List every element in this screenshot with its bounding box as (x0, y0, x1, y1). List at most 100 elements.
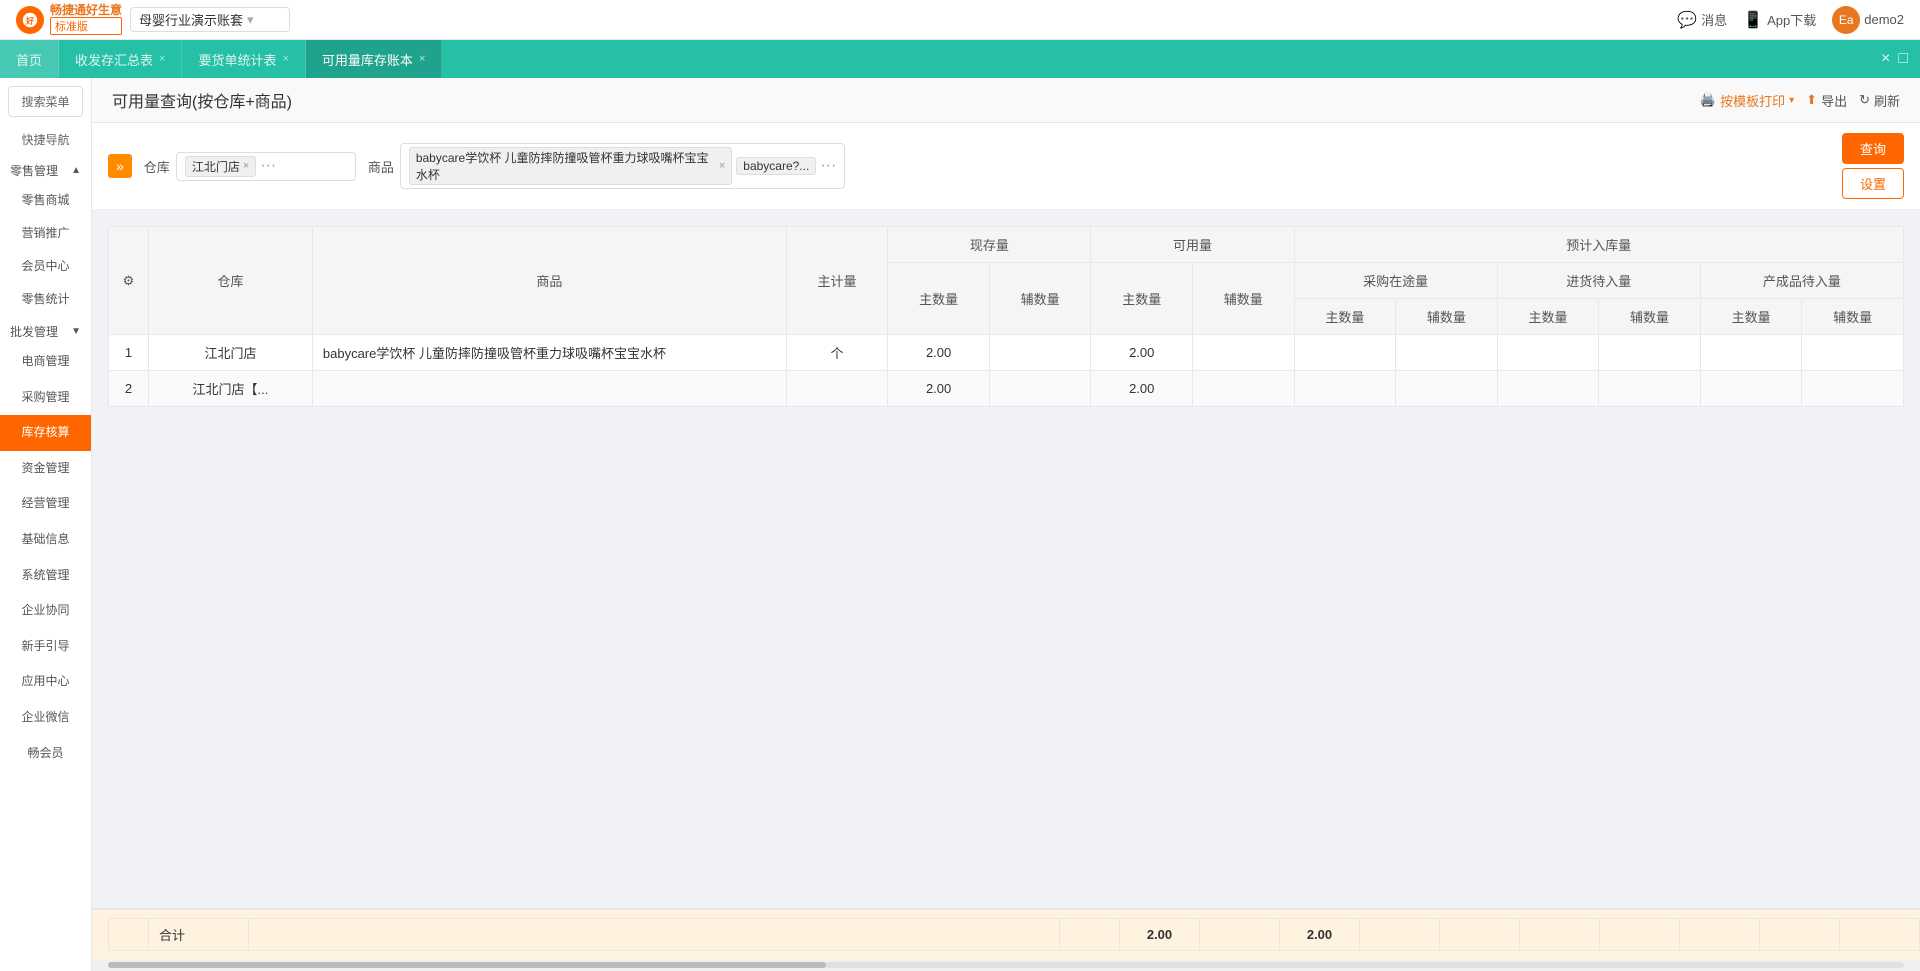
print-btn[interactable]: 🖨️ 按模板打印 ▾ (1700, 91, 1794, 110)
sidebar-item-finance-mgmt[interactable]: 资金管理 (0, 451, 91, 487)
td-incoming-aux (1599, 371, 1701, 407)
th-main-unit: 主计量 (786, 227, 888, 335)
sidebar-item-new-guide[interactable]: 新手引导 (0, 629, 91, 665)
td-incoming-aux (1599, 335, 1701, 371)
td-warehouse: 江北门店【... (149, 371, 313, 407)
export-btn[interactable]: ⬆ 导出 (1806, 91, 1847, 110)
th-pur-main: 主数量 (1294, 299, 1396, 335)
filter-expand-btn[interactable]: » (108, 154, 132, 178)
window-max-btn[interactable]: □ (1898, 50, 1908, 68)
message-btn[interactable]: 💬 消息 (1677, 10, 1727, 30)
table-footer: 合计 2.00 2.00 (92, 908, 1920, 959)
industry-selector[interactable]: 母婴行业演示账套 ▾ (130, 7, 290, 32)
top-bar-right: 💬 消息 📱 App下载 Ea demo2 (1677, 6, 1904, 34)
top-bar-left: 好 畅捷通好生意 标准版 母婴行业演示账套 ▾ (16, 4, 290, 35)
td-incoming-main (1497, 371, 1599, 407)
td-avail-main: 2.00 (1091, 371, 1193, 407)
td-avail-aux (1193, 335, 1295, 371)
th-avail-main-qty: 主数量 (1091, 263, 1193, 335)
scroll-thumb[interactable] (108, 962, 826, 968)
th-inc-main: 主数量 (1497, 299, 1599, 335)
chevron-down-icon: ▾ (1789, 95, 1794, 106)
product-label: 商品 (368, 157, 394, 176)
sidebar-item-app-center[interactable]: 应用中心 (0, 664, 91, 700)
sidebar: 搜索菜单 快捷导航 零售管理 ▲ 零售商城 营销推广 会员中心 零售统计 批发管… (0, 78, 92, 971)
main-layout: 搜索菜单 快捷导航 零售管理 ▲ 零售商城 营销推广 会员中心 零售统计 批发管… (0, 78, 1920, 971)
product-tag-2: babycare?... (736, 157, 816, 175)
logo-text: 畅捷通好生意 (50, 4, 122, 16)
table-row: 2 江北门店【... 2.00 2.00 (109, 371, 1904, 407)
th-production-pending: 产成品待入量 (1700, 263, 1903, 299)
td-warehouse: 江北门店 (149, 335, 313, 371)
th-avail-aux-qty: 辅数量 (1193, 263, 1295, 335)
th-prod-aux: 辅数量 (1802, 299, 1904, 335)
th-planned-in: 预计入库量 (1294, 227, 1903, 263)
sidebar-item-enterprise-collab[interactable]: 企业协同 (0, 593, 91, 629)
chevron-icon: ▲ (71, 165, 81, 176)
th-incoming-pending: 进货待入量 (1497, 263, 1700, 299)
close-icon[interactable]: × (282, 53, 288, 65)
sidebar-retail-children: 零售商城 营销推广 会员中心 零售统计 (0, 183, 91, 315)
sidebar-item-retail-stats[interactable]: 零售统计 (0, 282, 91, 315)
footer-label: 合计 (149, 919, 249, 951)
td-stock-aux (989, 335, 1091, 371)
sidebar-item-enterprise-wechat[interactable]: 企业微信 (0, 700, 91, 736)
sidebar-item-retail-mgmt[interactable]: 零售管理 ▲ (0, 154, 91, 183)
sidebar-search-area: 搜索菜单 (0, 78, 91, 125)
tag-close-icon[interactable]: × (243, 160, 249, 172)
td-main-unit: 个 (786, 335, 888, 371)
td-stock-main: 2.00 (888, 371, 990, 407)
settings-btn[interactable]: 设置 (1842, 168, 1904, 199)
product-tag-area[interactable]: babycare学饮杯 儿童防摔防撞吸管杯重力球吸嘴杯宝宝水杯 × babyca… (400, 143, 845, 189)
filter-more-btn[interactable]: ··· (260, 157, 276, 175)
sidebar-item-ecommerce-mgmt[interactable]: 电商管理 (0, 344, 91, 380)
warehouse-tag-area[interactable]: 江北门店 × ··· (176, 152, 356, 181)
td-pur-transit-main (1294, 371, 1396, 407)
th-purchase-transit: 采购在途量 (1294, 263, 1497, 299)
sidebar-item-basic-info[interactable]: 基础信息 (0, 522, 91, 558)
page-title: 可用量查询(按仓库+商品) (112, 88, 292, 112)
message-icon: 💬 (1677, 10, 1697, 30)
th-current-stock: 现存量 (888, 227, 1091, 263)
td-index: 2 (109, 371, 149, 407)
tag-close-icon[interactable]: × (719, 160, 725, 172)
sidebar-item-members[interactable]: 会员中心 (0, 249, 91, 282)
close-icon[interactable]: × (159, 53, 165, 65)
logo-icon: 好 (16, 6, 44, 34)
tab-order-stats[interactable]: 要货单统计表 × (182, 40, 305, 78)
filter-more-btn[interactable]: ··· (820, 157, 836, 175)
th-stock-aux-qty: 辅数量 (989, 263, 1091, 335)
settings-col[interactable]: ⚙ (109, 227, 149, 335)
svg-text:好: 好 (25, 15, 34, 25)
sidebar-item-system-mgmt[interactable]: 系统管理 (0, 558, 91, 594)
th-product: 商品 (312, 227, 786, 335)
top-bar: 好 畅捷通好生意 标准版 母婴行业演示账套 ▾ 💬 消息 📱 App下载 Ea … (0, 0, 1920, 40)
close-icon[interactable]: × (419, 53, 425, 65)
search-menu-btn[interactable]: 搜索菜单 (8, 86, 83, 117)
user-area[interactable]: Ea demo2 (1832, 6, 1904, 34)
sidebar-item-wholesale-mgmt[interactable]: 批发管理 ▼ (0, 315, 91, 344)
app-download-btn[interactable]: 📱 App下载 (1743, 10, 1816, 30)
tab-home[interactable]: 首页 (0, 40, 59, 78)
page-header: 可用量查询(按仓库+商品) 🖨️ 按模板打印 ▾ ⬆ 导出 ↻ 刷新 (92, 78, 1920, 123)
td-prod-main (1700, 335, 1802, 371)
sidebar-item-purchase-mgmt[interactable]: 采购管理 (0, 380, 91, 416)
tab-available-stock[interactable]: 可用量库存账本 × (306, 40, 442, 78)
table-header-row-1: ⚙ 仓库 商品 主计量 现存量 (109, 227, 1904, 263)
content-area: 可用量查询(按仓库+商品) 🖨️ 按模板打印 ▾ ⬆ 导出 ↻ 刷新 » (92, 78, 1920, 971)
sidebar-item-operations-mgmt[interactable]: 经营管理 (0, 486, 91, 522)
sidebar-item-member-vip[interactable]: 畅会员 (0, 736, 91, 772)
refresh-btn[interactable]: ↻ 刷新 (1859, 91, 1900, 110)
warehouse-filter: 仓库 江北门店 × ··· (144, 152, 356, 181)
chevron-icon: ▼ (71, 326, 81, 337)
td-prod-aux (1802, 335, 1904, 371)
sidebar-item-inventory-check[interactable]: 库存核算 (0, 415, 91, 451)
sidebar-item-marketing[interactable]: 营销推广 (0, 216, 91, 249)
query-btn[interactable]: 查询 (1842, 133, 1904, 164)
quick-nav-btn[interactable]: 快捷导航 (0, 125, 91, 154)
scroll-track[interactable] (108, 962, 1904, 968)
footer-stock-main: 2.00 (1120, 919, 1200, 951)
tab-receipts[interactable]: 收发存汇总表 × (59, 40, 182, 78)
window-close-btn[interactable]: × (1881, 50, 1890, 68)
sidebar-item-retail-mall[interactable]: 零售商城 (0, 183, 91, 216)
